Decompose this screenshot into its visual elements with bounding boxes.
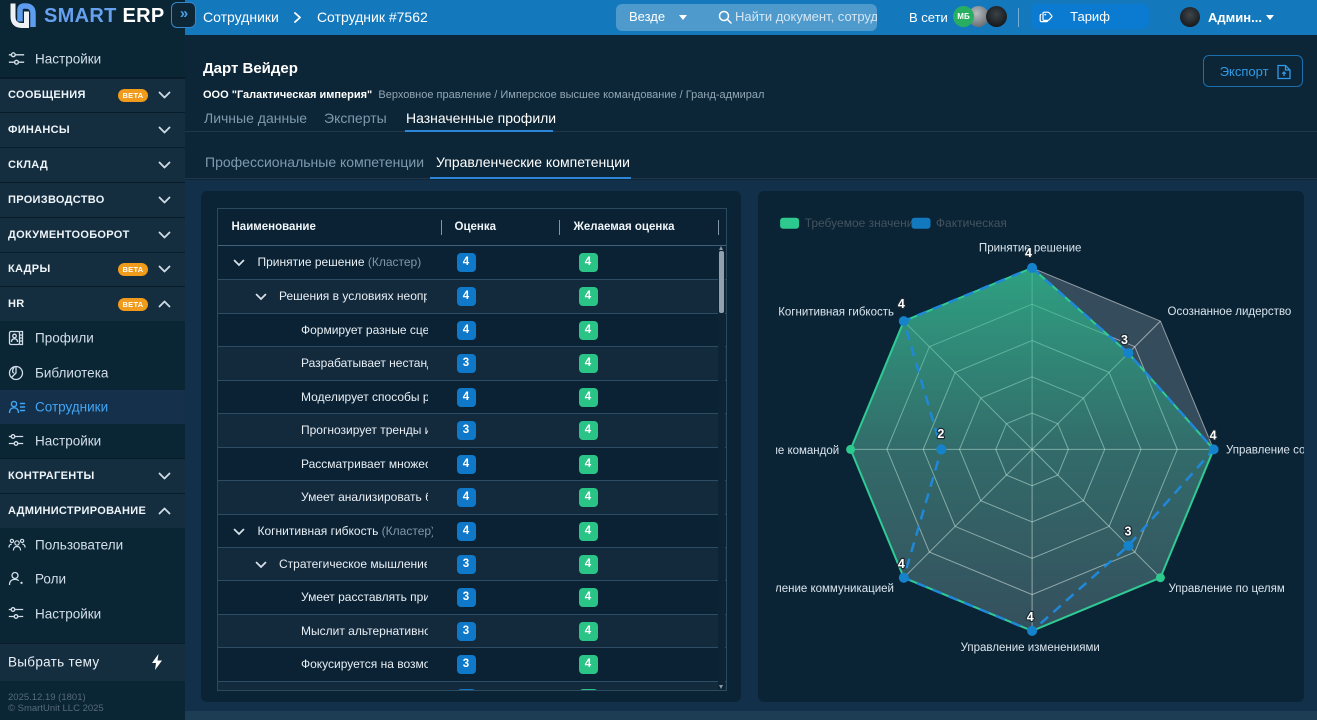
svg-text:Управление по целям: Управление по целям [1168, 583, 1284, 595]
svg-text:Управление коммуникацией: Управление коммуникацией [776, 583, 894, 595]
svg-text:Фактическая: Фактическая [935, 216, 1006, 230]
svg-text:3: 3 [1124, 525, 1131, 539]
svg-text:4: 4 [897, 297, 904, 311]
svg-text:Управление изменениями: Управление изменениями [960, 642, 1099, 654]
svg-text:2: 2 [937, 427, 944, 441]
svg-text:Осознанное лидерство: Осознанное лидерство [1167, 306, 1291, 318]
svg-text:Требуемое значение: Требуемое значение [804, 216, 920, 230]
svg-text:4: 4 [897, 557, 904, 571]
svg-text:4: 4 [1209, 428, 1216, 442]
svg-text:3: 3 [1121, 333, 1128, 347]
svg-text:Управление командой: Управление командой [776, 445, 839, 457]
svg-text:4: 4 [1026, 610, 1033, 624]
svg-text:Управление сотрудниками: Управление сотрудниками [1226, 445, 1304, 457]
svg-text:4: 4 [1025, 246, 1032, 260]
svg-text:Когнитивная гибкость: Когнитивная гибкость [778, 306, 894, 318]
